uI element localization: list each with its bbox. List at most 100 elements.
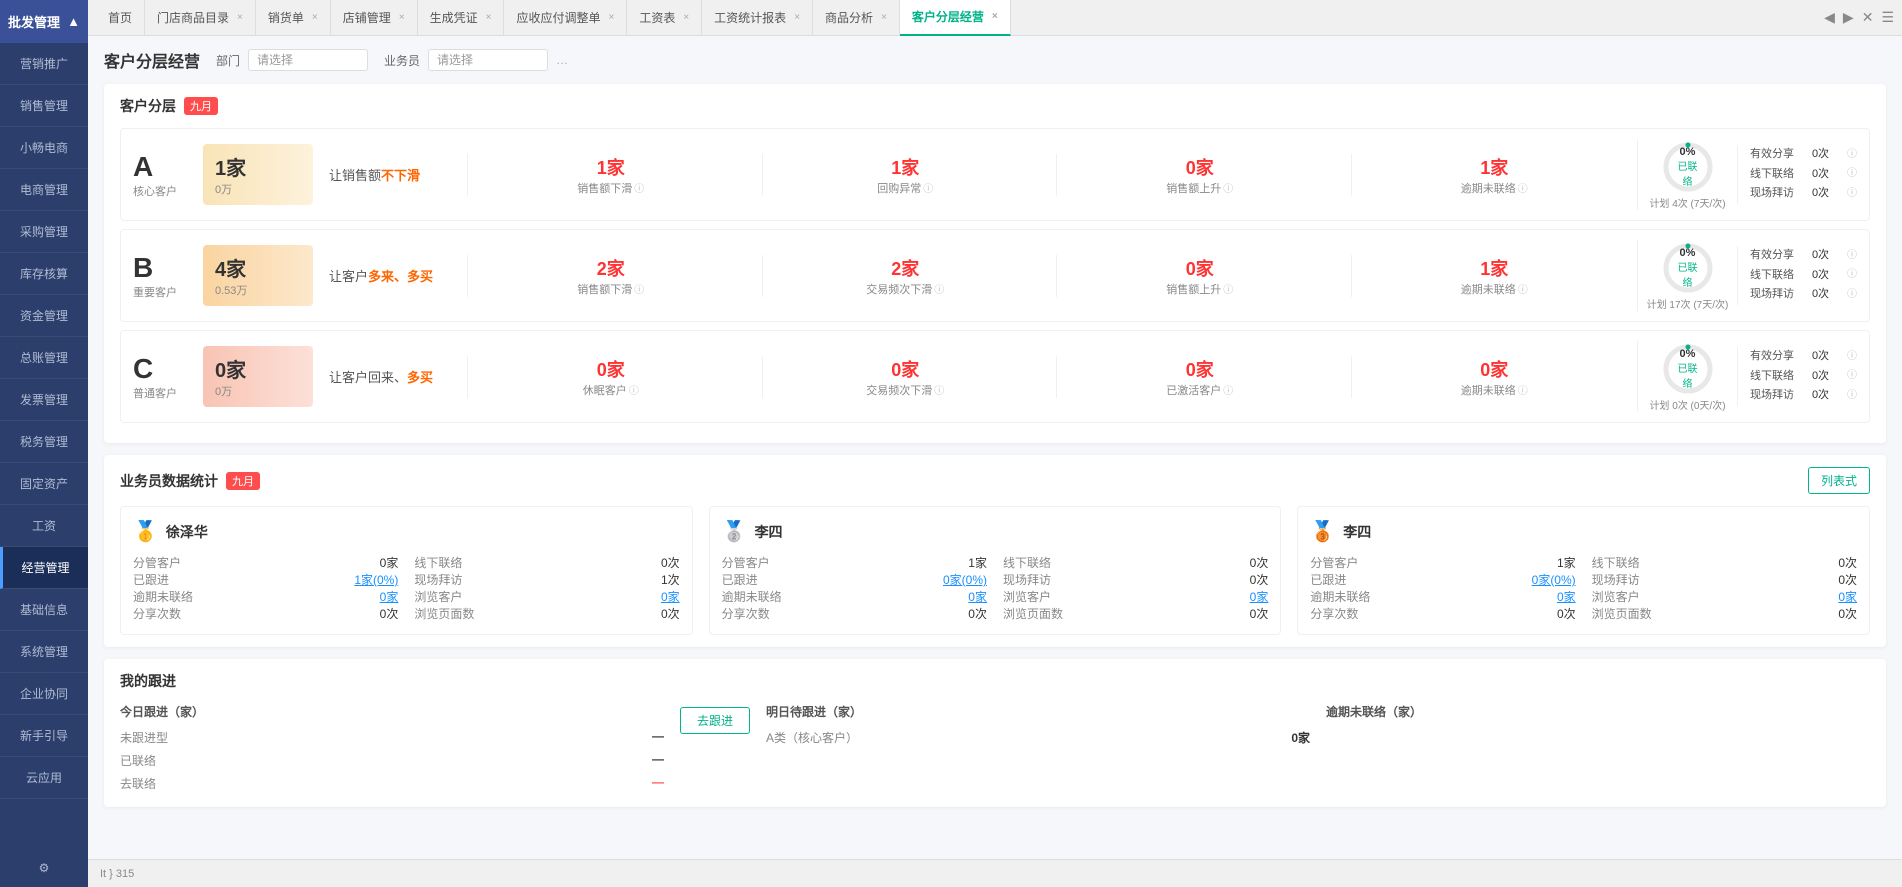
metric-box[interactable]: 0家 已激活客户ⓘ <box>1056 356 1343 398</box>
staff-stat-label: 已跟进 <box>1310 571 1346 588</box>
sidebar-item-系统管理[interactable]: 系统管理 <box>0 631 88 673</box>
info-icon[interactable]: ⓘ <box>923 180 933 195</box>
staff-select[interactable]: 请选择 <box>428 49 548 71</box>
metric-value: 1家 <box>1360 255 1630 281</box>
metric-box[interactable]: 0家 交易频次下滑ⓘ <box>762 356 1049 398</box>
sidebar-item-企业协同[interactable]: 企业协同 <box>0 673 88 715</box>
sidebar-item-发票管理[interactable]: 发票管理 <box>0 379 88 421</box>
staff-stat-value[interactable]: 0家 <box>661 588 680 605</box>
tier-count-box[interactable]: 0家 0万 <box>203 346 313 407</box>
tab-close-icon[interactable]: × <box>992 11 998 22</box>
sidebar-item-经营管理[interactable]: 经营管理 <box>0 547 88 589</box>
close-all-icon[interactable]: ✕ <box>1862 9 1874 26</box>
info-icon[interactable]: ⓘ <box>1223 382 1233 397</box>
tab-店铺管理[interactable]: 店铺管理× <box>331 0 418 36</box>
tab-close-icon[interactable]: × <box>683 12 689 23</box>
info-icon[interactable]: ⓘ <box>629 382 639 397</box>
settings-item[interactable]: ⚙ <box>0 849 88 887</box>
tab-scroll-right-icon[interactable]: ▶ <box>1843 9 1854 26</box>
tab-close-icon[interactable]: × <box>794 12 800 23</box>
tab-生成凭证[interactable]: 生成凭证× <box>418 0 505 36</box>
sidebar-item-固定资产[interactable]: 固定资产 <box>0 463 88 505</box>
tab-首页[interactable]: 首页 <box>96 0 145 36</box>
staff-stat-value[interactable]: 0家 <box>1838 588 1857 605</box>
tab-商品分析[interactable]: 商品分析× <box>813 0 900 36</box>
sidebar-item-销售管理[interactable]: 销售管理 <box>0 85 88 127</box>
tab-close-icon[interactable]: × <box>312 12 318 23</box>
tab-应收应付调整单[interactable]: 应收应付调整单× <box>504 0 627 36</box>
info-icon[interactable]: ⓘ <box>1518 281 1528 296</box>
info-icon[interactable]: ⓘ <box>634 281 644 296</box>
info-icon[interactable]: ⓘ <box>1847 185 1857 203</box>
tab-门店商品目录[interactable]: 门店商品目录× <box>145 0 256 36</box>
info-icon[interactable]: ⓘ <box>1847 247 1857 265</box>
tier-count-box[interactable]: 1家 0万 <box>203 144 313 205</box>
tab-close-icon[interactable]: × <box>608 12 614 23</box>
goto-follow-button[interactable]: 去跟进 <box>680 707 750 734</box>
tier-count: 4家 <box>215 253 301 282</box>
metric-box[interactable]: 1家 销售额下滑ⓘ <box>467 154 754 196</box>
tab-工资统计报表[interactable]: 工资统计报表× <box>702 0 813 36</box>
metric-box[interactable]: 2家 交易频次下滑ⓘ <box>762 255 1049 297</box>
tab-销货单[interactable]: 销货单× <box>256 0 331 36</box>
staff-stat-value[interactable]: 0家 <box>1557 588 1576 605</box>
info-icon[interactable]: ⓘ <box>634 180 644 195</box>
staff-stat-value[interactable]: 0家(0%) <box>1532 571 1576 588</box>
tab-工资表[interactable]: 工资表× <box>627 0 702 36</box>
tier-metrics: 2家 销售额下滑ⓘ 2家 交易频次下滑ⓘ 0家 销售额上升ⓘ 1家 逾期未联络ⓘ <box>467 255 1637 297</box>
sidebar-item-新手引导[interactable]: 新手引导 <box>0 715 88 757</box>
staff-stat-value[interactable]: 0家(0%) <box>943 571 987 588</box>
sidebar-item-营销推广[interactable]: 营销推广 <box>0 43 88 85</box>
metric-box[interactable]: 0家 销售额上升ⓘ <box>1056 255 1343 297</box>
sidebar-item-工资[interactable]: 工资 <box>0 505 88 547</box>
metric-box[interactable]: 0家 休眠客户ⓘ <box>467 356 754 398</box>
sidebar-item-总账管理[interactable]: 总账管理 <box>0 337 88 379</box>
tab-客户分层经营[interactable]: 客户分层经营× <box>900 0 1011 36</box>
info-icon[interactable]: ⓘ <box>934 382 944 397</box>
sidebar-item-库存核算[interactable]: 库存核算 <box>0 253 88 295</box>
staff-stat-value[interactable]: 0家 <box>968 588 987 605</box>
dept-select[interactable]: 请选择 <box>248 49 368 71</box>
info-icon[interactable]: ⓘ <box>1847 165 1857 183</box>
info-icon[interactable]: ⓘ <box>1847 286 1857 304</box>
tier-count-box[interactable]: 4家 0.53万 <box>203 245 313 306</box>
staff-stat-value[interactable]: 0家 <box>380 588 399 605</box>
info-icon[interactable]: ⓘ <box>1223 281 1233 296</box>
tab-close-icon[interactable]: × <box>486 12 492 23</box>
info-icon[interactable]: ⓘ <box>1847 266 1857 284</box>
info-icon[interactable]: ⓘ <box>1223 180 1233 195</box>
sidebar-top[interactable]: 批发管理 ▲ <box>0 0 88 43</box>
staff-stat-value: 0次 <box>1838 605 1857 622</box>
tab-scroll-left-icon[interactable]: ◀ <box>1824 9 1835 26</box>
list-view-button[interactable]: 列表式 <box>1808 467 1870 494</box>
sidebar-item-电商管理[interactable]: 电商管理 <box>0 169 88 211</box>
staff-stat-value[interactable]: 1家(0%) <box>354 571 398 588</box>
staff-stat-value[interactable]: 0家 <box>1250 588 1269 605</box>
info-icon[interactable]: ⓘ <box>1847 146 1857 164</box>
info-icon[interactable]: ⓘ <box>1847 367 1857 385</box>
metric-box[interactable]: 1家 逾期未联络ⓘ <box>1351 154 1638 196</box>
metric-box[interactable]: 0家 销售额上升ⓘ <box>1056 154 1343 196</box>
sidebar-item-基础信息[interactable]: 基础信息 <box>0 589 88 631</box>
metric-box[interactable]: 1家 回购异常ⓘ <box>762 154 1049 196</box>
info-icon[interactable]: ⓘ <box>1847 387 1857 405</box>
sidebar-collapse-icon[interactable]: ▲ <box>67 14 80 29</box>
tab-close-icon[interactable]: × <box>237 12 243 23</box>
tab-menu-icon[interactable]: ☰ <box>1881 9 1894 26</box>
filter-more-icon[interactable]: … <box>556 53 568 67</box>
sidebar-item-采购管理[interactable]: 采购管理 <box>0 211 88 253</box>
sidebar-item-云应用[interactable]: 云应用 <box>0 757 88 799</box>
metric-box[interactable]: 2家 销售额下滑ⓘ <box>467 255 754 297</box>
tab-close-icon[interactable]: × <box>881 12 887 23</box>
metric-box[interactable]: 0家 逾期未联络ⓘ <box>1351 356 1638 398</box>
info-icon[interactable]: ⓘ <box>934 281 944 296</box>
info-icon[interactable]: ⓘ <box>1518 382 1528 397</box>
sidebar-item-小畅电商[interactable]: 小畅电商 <box>0 127 88 169</box>
sidebar-item-资金管理[interactable]: 资金管理 <box>0 295 88 337</box>
sidebar-item-税务管理[interactable]: 税务管理 <box>0 421 88 463</box>
tab-close-icon[interactable]: × <box>399 12 405 23</box>
info-icon[interactable]: ⓘ <box>1847 348 1857 366</box>
metric-value: 0家 <box>1065 154 1335 180</box>
metric-box[interactable]: 1家 逾期未联络ⓘ <box>1351 255 1638 297</box>
info-icon[interactable]: ⓘ <box>1518 180 1528 195</box>
